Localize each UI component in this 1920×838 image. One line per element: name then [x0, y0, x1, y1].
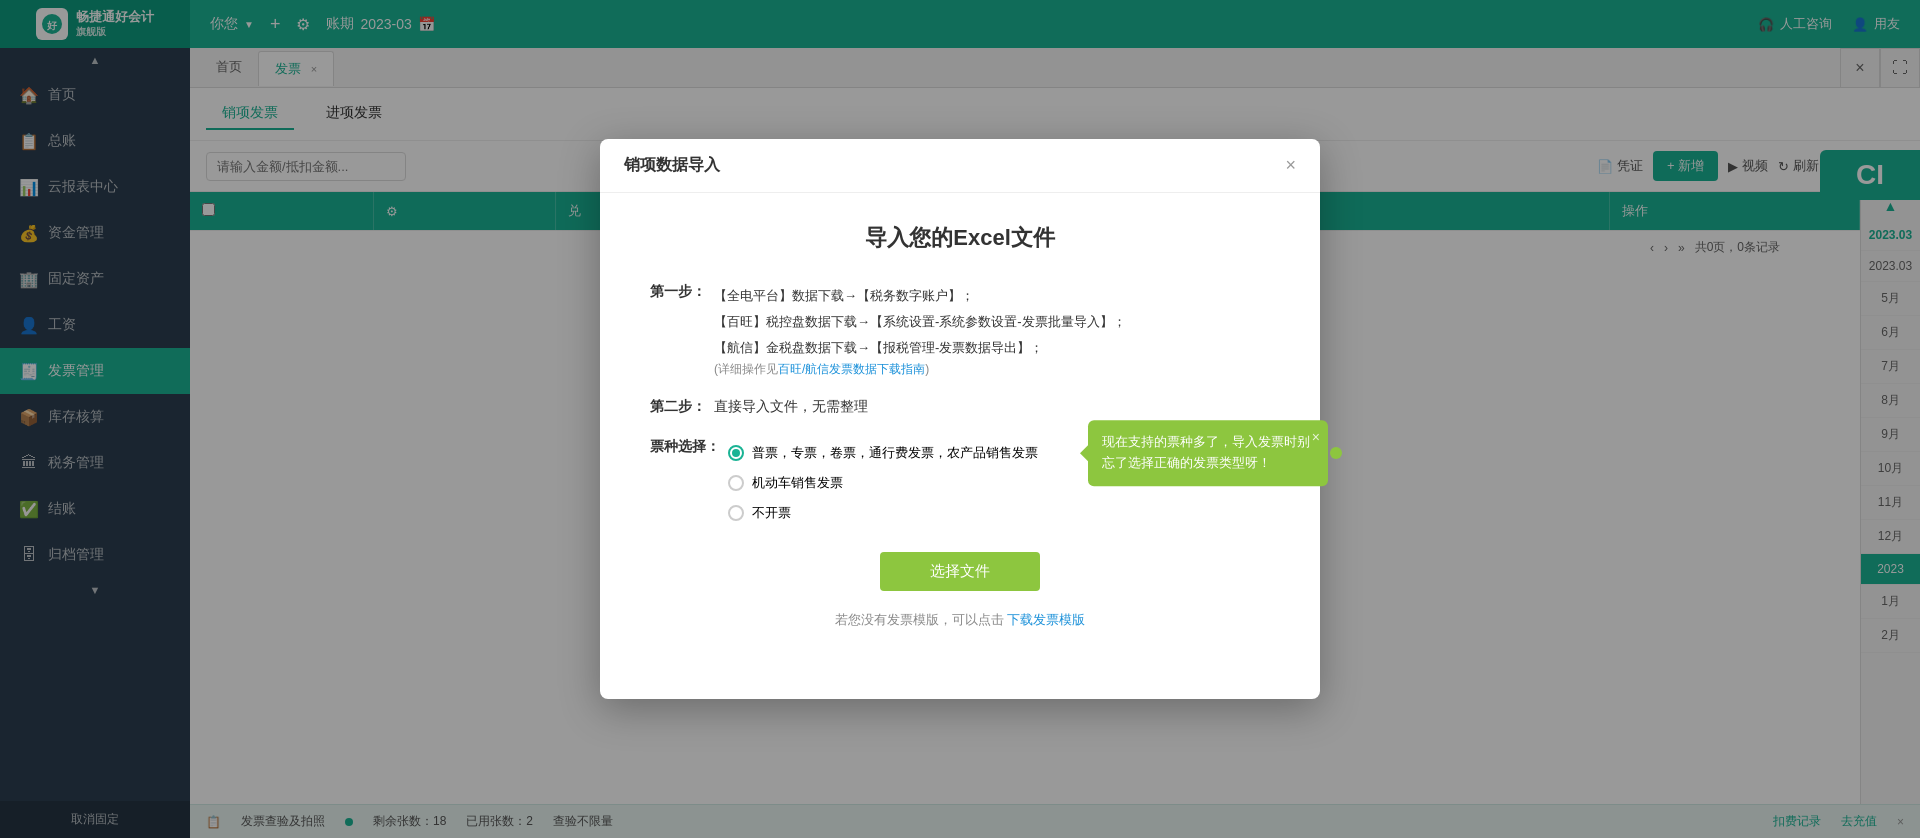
tooltip-text: 现在支持的票种多了，导入发票时别忘了选择正确的发票类型呀！ — [1102, 434, 1310, 470]
tooltip-close-button[interactable]: × — [1312, 426, 1320, 448]
choose-file-label: 选择文件 — [930, 562, 990, 579]
download-tip: 若您没有发票模版，可以点击 下载发票模版 — [650, 611, 1270, 629]
dialog-title: 销项数据导入 — [624, 155, 720, 176]
download-template-link[interactable]: 下载发票模版 — [1007, 612, 1085, 627]
step1-section: 第一步： 【全电平台】数据下载→【税务数字账户】； 【百旺】税控盘数据下载→【系… — [650, 283, 1270, 378]
dialog-main-title: 导入您的Excel文件 — [650, 223, 1270, 253]
radio-circle-1 — [728, 445, 744, 461]
step2-label: 第二步： — [650, 398, 706, 416]
step1-guide-link[interactable]: 百旺/航信发票数据下载指南 — [778, 362, 925, 376]
step1-line1: 【全电平台】数据下载→【税务数字账户】； — [714, 283, 1126, 309]
choose-file-button[interactable]: 选择文件 — [880, 552, 1040, 591]
radio-circle-3 — [728, 505, 744, 521]
dialog-header: 销项数据导入 × — [600, 139, 1320, 193]
radio-label-1: 普票，专票，卷票，通行费发票，农产品销售发票 — [752, 444, 1038, 462]
tooltip-bubble: × 现在支持的票种多了，导入发票时别忘了选择正确的发票类型呀！ — [1088, 420, 1328, 486]
dialog-close-button[interactable]: × — [1285, 155, 1296, 176]
import-dialog: 销项数据导入 × 导入您的Excel文件 第一步： 【全电平台】数据下载→【税务… — [600, 139, 1320, 699]
step1-note-prefix: (详细操作见 — [714, 362, 778, 376]
tooltip-connector-dot — [1330, 447, 1342, 459]
step1-label: 第一步： — [650, 283, 706, 301]
radio-dot-1 — [732, 449, 740, 457]
ticket-label: 票种选择： — [650, 438, 720, 456]
radio-option-2[interactable]: 机动车销售发票 — [728, 474, 1038, 492]
radio-option-1[interactable]: 普票，专票，卷票，通行费发票，农产品销售发票 × 现在支持的票种多了，导入发票时… — [728, 444, 1038, 462]
step1-note: (详细操作见百旺/航信发票数据下载指南) — [714, 361, 1126, 378]
radio-circle-2 — [728, 475, 744, 491]
step2-text: 直接导入文件，无需整理 — [714, 398, 868, 416]
radio-group: 普票，专票，卷票，通行费发票，农产品销售发票 × 现在支持的票种多了，导入发票时… — [728, 444, 1038, 522]
step1-content: 【全电平台】数据下载→【税务数字账户】； 【百旺】税控盘数据下载→【系统设置-系… — [714, 283, 1126, 378]
step1-line3: 【航信】金税盘数据下载→【报税管理-发票数据导出】； — [714, 335, 1126, 361]
radio-label-3: 不开票 — [752, 504, 791, 522]
download-tip-prefix: 若您没有发票模版，可以点击 — [835, 612, 1004, 627]
step1-line2: 【百旺】税控盘数据下载→【系统设置-系统参数设置-发票批量导入】； — [714, 309, 1126, 335]
step1-note-suffix: ) — [925, 362, 929, 376]
step2-section: 第二步： 直接导入文件，无需整理 — [650, 398, 1270, 416]
ticket-section: 票种选择： 普票，专票，卷票，通行费发票，农产品销售发票 × 现在支持的票种多了… — [650, 436, 1270, 522]
radio-option-3[interactable]: 不开票 — [728, 504, 1038, 522]
radio-label-2: 机动车销售发票 — [752, 474, 843, 492]
dialog-body: 导入您的Excel文件 第一步： 【全电平台】数据下载→【税务数字账户】； 【百… — [600, 193, 1320, 659]
